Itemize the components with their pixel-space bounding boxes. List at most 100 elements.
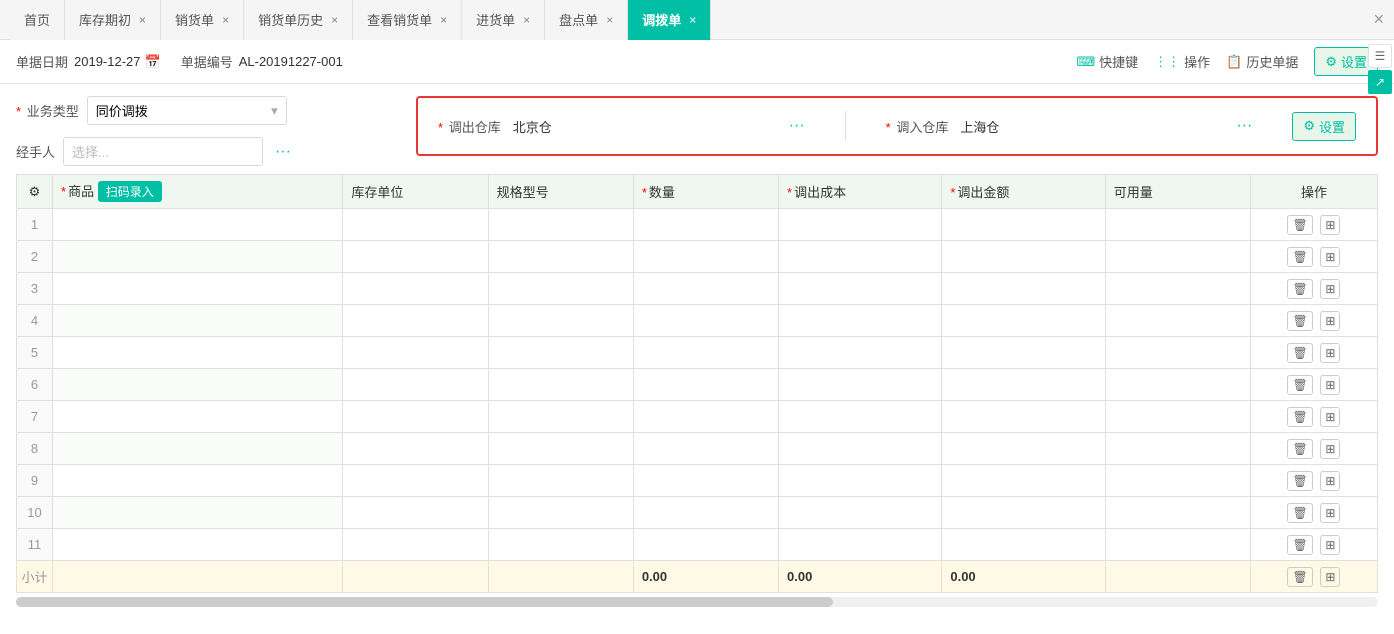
- row-4-product[interactable]: [53, 305, 343, 337]
- row-7-spec[interactable]: [488, 401, 633, 433]
- row-11-amount[interactable]: [942, 529, 1105, 561]
- row-6-available[interactable]: [1105, 369, 1250, 401]
- row-4-cost[interactable]: [779, 305, 942, 337]
- row-10-amount[interactable]: [942, 497, 1105, 529]
- warehouse-out-more-icon[interactable]: ···: [789, 117, 805, 135]
- row-2-cost[interactable]: [779, 241, 942, 273]
- row-8-delete-button[interactable]: 🗑: [1287, 439, 1312, 459]
- row-7-unit[interactable]: [343, 401, 488, 433]
- row-4-delete-button[interactable]: 🗑: [1287, 311, 1312, 331]
- close-icon[interactable]: ×: [440, 13, 447, 27]
- warehouse-settings-button[interactable]: ⚙ 设置: [1292, 112, 1356, 141]
- row-2-unit[interactable]: [343, 241, 488, 273]
- row-9-spec[interactable]: [488, 465, 633, 497]
- sidebar-expand-button[interactable]: ↗: [1368, 70, 1392, 94]
- row-1-product[interactable]: [53, 209, 343, 241]
- history-button[interactable]: 📋 历史单据: [1226, 52, 1298, 71]
- row-3-amount[interactable]: [942, 273, 1105, 305]
- row-7-copy-button[interactable]: ⊞: [1320, 407, 1340, 427]
- tab-inventory-init[interactable]: 库存期初 ×: [65, 0, 161, 40]
- row-7-amount[interactable]: [942, 401, 1105, 433]
- row-4-copy-button[interactable]: ⊞: [1320, 311, 1340, 331]
- row-1-unit[interactable]: [343, 209, 488, 241]
- row-8-copy-button[interactable]: ⊞: [1320, 439, 1340, 459]
- row-9-cost[interactable]: [779, 465, 942, 497]
- row-8-spec[interactable]: [488, 433, 633, 465]
- row-5-spec[interactable]: [488, 337, 633, 369]
- row-1-cost[interactable]: [779, 209, 942, 241]
- row-6-spec[interactable]: [488, 369, 633, 401]
- row-5-amount[interactable]: [942, 337, 1105, 369]
- close-icon[interactable]: ×: [523, 13, 530, 27]
- row-10-cost[interactable]: [779, 497, 942, 529]
- row-2-available[interactable]: [1105, 241, 1250, 273]
- row-8-product[interactable]: [53, 433, 343, 465]
- row-6-delete-button[interactable]: 🗑: [1287, 375, 1312, 395]
- row-4-spec[interactable]: [488, 305, 633, 337]
- row-11-delete-button[interactable]: 🗑: [1287, 535, 1312, 555]
- row-9-qty[interactable]: [633, 465, 778, 497]
- row-2-amount[interactable]: [942, 241, 1105, 273]
- close-icon[interactable]: ×: [139, 13, 146, 27]
- row-6-cost[interactable]: [779, 369, 942, 401]
- row-10-product[interactable]: [53, 497, 343, 529]
- row-2-spec[interactable]: [488, 241, 633, 273]
- row-9-product[interactable]: [53, 465, 343, 497]
- tab-home[interactable]: 首页: [10, 0, 65, 40]
- row-5-unit[interactable]: [343, 337, 488, 369]
- close-icon[interactable]: ×: [222, 13, 229, 27]
- tab-stocktake[interactable]: 盘点单 ×: [545, 0, 628, 40]
- business-type-select[interactable]: 同价调拨 ▾: [87, 96, 287, 125]
- row-3-delete-button[interactable]: 🗑: [1287, 279, 1312, 299]
- row-10-copy-button[interactable]: ⊞: [1320, 503, 1340, 523]
- row-2-delete-button[interactable]: 🗑: [1287, 247, 1312, 267]
- row-1-spec[interactable]: [488, 209, 633, 241]
- row-10-spec[interactable]: [488, 497, 633, 529]
- row-5-product[interactable]: [53, 337, 343, 369]
- row-6-unit[interactable]: [343, 369, 488, 401]
- row-3-spec[interactable]: [488, 273, 633, 305]
- close-icon[interactable]: ×: [689, 13, 696, 27]
- row-10-available[interactable]: [1105, 497, 1250, 529]
- row-9-copy-button[interactable]: ⊞: [1320, 471, 1340, 491]
- sidebar-list-button[interactable]: ☰: [1368, 44, 1392, 68]
- row-4-unit[interactable]: [343, 305, 488, 337]
- row-1-qty[interactable]: [633, 209, 778, 241]
- row-5-qty[interactable]: [633, 337, 778, 369]
- subtotal-copy-button[interactable]: ⊞: [1320, 567, 1340, 587]
- handler-select[interactable]: 选择...: [63, 137, 263, 166]
- scan-button[interactable]: 扫码录入: [98, 181, 162, 202]
- tab-sales[interactable]: 销货单 ×: [161, 0, 244, 40]
- tab-view-sales[interactable]: 查看销货单 ×: [353, 0, 462, 40]
- close-icon[interactable]: ×: [606, 13, 613, 27]
- row-9-delete-button[interactable]: 🗑: [1287, 471, 1312, 491]
- row-2-product[interactable]: [53, 241, 343, 273]
- row-8-cost[interactable]: [779, 433, 942, 465]
- row-5-available[interactable]: [1105, 337, 1250, 369]
- row-2-qty[interactable]: [633, 241, 778, 273]
- row-8-unit[interactable]: [343, 433, 488, 465]
- row-11-qty[interactable]: [633, 529, 778, 561]
- shortcut-button[interactable]: ⌨ 快捷键: [1076, 52, 1138, 71]
- row-8-available[interactable]: [1105, 433, 1250, 465]
- row-4-available[interactable]: [1105, 305, 1250, 337]
- th-gear[interactable]: ⚙: [17, 175, 53, 209]
- row-7-product[interactable]: [53, 401, 343, 433]
- row-4-amount[interactable]: [942, 305, 1105, 337]
- row-6-qty[interactable]: [633, 369, 778, 401]
- row-1-delete-button[interactable]: 🗑: [1287, 215, 1312, 235]
- row-1-amount[interactable]: [942, 209, 1105, 241]
- subtotal-delete-button[interactable]: 🗑: [1287, 567, 1312, 587]
- row-10-unit[interactable]: [343, 497, 488, 529]
- operation-button[interactable]: ⋮⋮ 操作: [1154, 52, 1210, 71]
- row-7-available[interactable]: [1105, 401, 1250, 433]
- row-5-delete-button[interactable]: 🗑: [1287, 343, 1312, 363]
- row-3-cost[interactable]: [779, 273, 942, 305]
- row-5-cost[interactable]: [779, 337, 942, 369]
- calendar-icon[interactable]: 📅: [145, 54, 161, 70]
- row-5-copy-button[interactable]: ⊞: [1320, 343, 1340, 363]
- row-3-copy-button[interactable]: ⊞: [1320, 279, 1340, 299]
- row-11-cost[interactable]: [779, 529, 942, 561]
- row-10-delete-button[interactable]: 🗑: [1287, 503, 1312, 523]
- tab-transfer[interactable]: 调拨单 ×: [628, 0, 711, 40]
